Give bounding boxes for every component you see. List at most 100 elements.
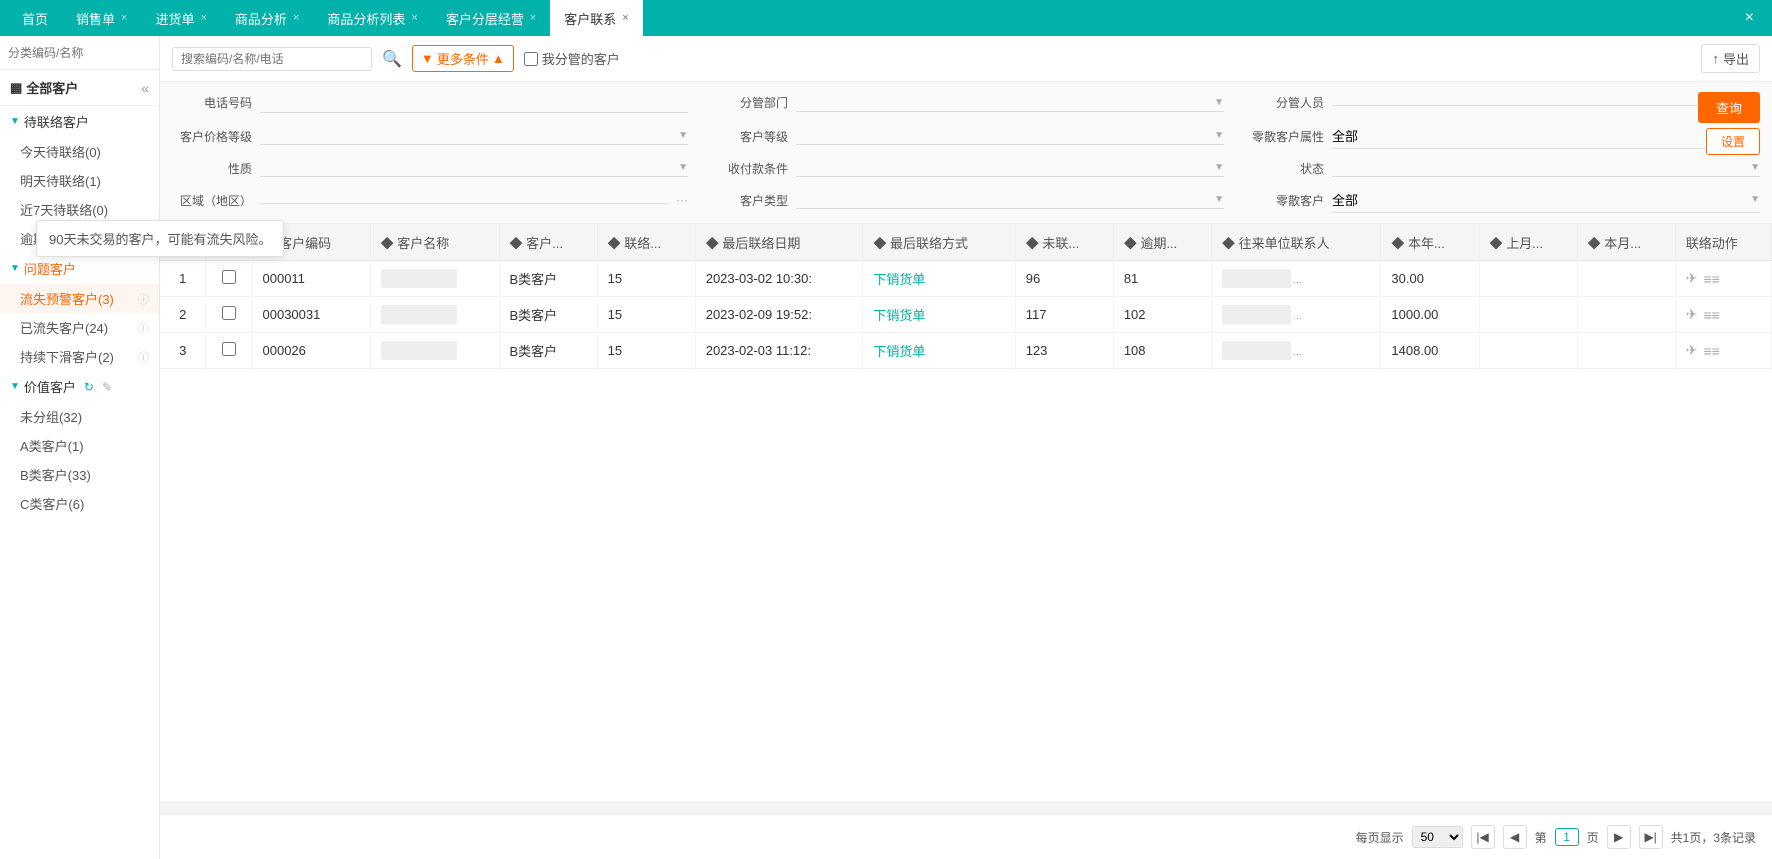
refresh-icon[interactable]: ↻ — [84, 380, 94, 394]
window-close-button[interactable]: × — [1735, 9, 1764, 27]
tab-customer-contact[interactable]: 客户联系 × — [550, 0, 642, 36]
col-overdue-header[interactable]: ◆ 逾期... — [1113, 224, 1211, 261]
sidebar-search-input[interactable] — [8, 46, 160, 60]
page-of-label: 页 — [1587, 829, 1599, 846]
filter-nature: 性质 ▼ — [172, 159, 688, 177]
export-button[interactable]: ↑ 导出 — [1701, 44, 1760, 73]
filter-phone-input[interactable] — [260, 92, 688, 113]
sidebar-item-class-b[interactable]: B类客户(33) — [0, 460, 159, 489]
contact-action-icon[interactable]: ✈ — [1686, 270, 1698, 287]
prev-page-button[interactable]: ◀ — [1503, 825, 1527, 849]
contact-action-icon[interactable]: ✈ — [1686, 342, 1698, 359]
sidebar-item-churned[interactable]: 已流失客户(24) ⓘ — [0, 313, 159, 342]
sidebar-item-tomorrow-contact[interactable]: 明天待联络(1) — [0, 166, 159, 195]
filter-retail-attr: 零散客户属性 全部 ▼ — [1244, 123, 1760, 149]
first-page-button[interactable]: |◀ — [1471, 825, 1495, 849]
filter-icon: ▼ — [421, 51, 434, 66]
filter-region-select[interactable] — [260, 197, 668, 204]
tab-customer-segment[interactable]: 客户分层经营 × — [432, 0, 550, 36]
tab-product-analysis[interactable]: 商品分析 × — [221, 0, 313, 36]
chevron-down-nature: ▼ — [678, 162, 688, 173]
filter-type: 客户类型 ▼ — [708, 187, 1224, 213]
filter-retail-attr-select[interactable]: 全部 ▼ — [1332, 123, 1760, 149]
main-search-input[interactable] — [172, 47, 372, 71]
horizontal-scrollbar[interactable] — [160, 802, 1772, 814]
last-method-link[interactable]: 下销货单 — [873, 344, 925, 359]
col-this-month-header[interactable]: ◆ 本月... — [1577, 224, 1675, 261]
filter-person-select[interactable] — [1332, 99, 1740, 106]
row-checkbox[interactable] — [222, 342, 236, 356]
top-navigation: 首页 销售单 × 进货单 × 商品分析 × 商品分析列表 × 客户分层经营 × … — [0, 0, 1772, 36]
filter-dept-select[interactable]: ▼ — [796, 94, 1224, 112]
tab-close-contact[interactable]: × — [622, 12, 628, 24]
filter-type-select[interactable]: ▼ — [796, 191, 1224, 209]
filter-person-label: 分管人员 — [1244, 94, 1324, 111]
sidebar-item-class-a[interactable]: A类客户(1) — [0, 431, 159, 460]
export-icon: ↑ — [1712, 51, 1719, 66]
more-conditions-button[interactable]: ▼ 更多条件 ▲ — [412, 45, 514, 72]
sidebar-group-value-title[interactable]: ▼ 价值客户 ↻ ✎ — [0, 371, 159, 402]
tab-close-purchase[interactable]: × — [200, 12, 206, 24]
cell-name: ████ — [370, 297, 499, 333]
table-area: ⚙ ◆ 客户编码 ◆ 客户名称 ◆ 客户... — [160, 224, 1772, 802]
filter-price-level: 客户价格等级 ▼ — [172, 123, 688, 149]
cell-name: ████ — [370, 333, 499, 369]
my-customers-filter[interactable]: 我分管的客户 — [524, 49, 620, 68]
tab-sales-order[interactable]: 销售单 × — [62, 0, 141, 36]
contact-action-icon[interactable]: ✈ — [1686, 306, 1698, 323]
col-person-header[interactable]: ◆ 往来单位联系人 — [1211, 224, 1380, 261]
col-last-month-header[interactable]: ◆ 上月... — [1479, 224, 1577, 261]
sidebar-item-class-c[interactable]: C类客户(6) — [0, 489, 159, 518]
filter-price-select[interactable]: ▼ — [260, 127, 688, 145]
filter-payment-select[interactable]: ▼ — [796, 159, 1224, 177]
col-not-contact-header[interactable]: ◆ 未联... — [1015, 224, 1113, 261]
filter-status-select[interactable]: ▼ — [1332, 159, 1760, 177]
tab-close-segment[interactable]: × — [530, 12, 536, 24]
filter-level-label: 客户等级 — [708, 128, 788, 145]
tab-purchase-order[interactable]: 进货单 × — [141, 0, 220, 36]
last-method-link[interactable]: 下销货单 — [873, 272, 925, 287]
settings-button[interactable]: 设置 — [1706, 128, 1760, 155]
sidebar-collapse-button[interactable]: « — [141, 80, 149, 96]
next-page-button[interactable]: ▶ — [1607, 825, 1631, 849]
last-method-link[interactable]: 下销货单 — [873, 308, 925, 323]
filter-level-select[interactable]: ▼ — [796, 127, 1224, 145]
col-this-year-header[interactable]: ◆ 本年... — [1381, 224, 1479, 261]
filter-nature-select[interactable]: ▼ — [260, 159, 688, 177]
query-button[interactable]: 查询 — [1698, 92, 1760, 123]
more-action-icon[interactable]: ≡≡ — [1703, 271, 1719, 287]
col-type-header[interactable]: ◆ 客户... — [499, 224, 597, 261]
more-action-icon[interactable]: ≡≡ — [1703, 343, 1719, 359]
table-row: 2 00030031 ████ B类客户 15 2023-02-09 19:52… — [160, 297, 1772, 333]
tab-close-sales[interactable]: × — [121, 12, 127, 24]
sidebar-item-unclassified[interactable]: 未分组(32) — [0, 402, 159, 431]
col-last-date-header[interactable]: ◆ 最后联络日期 — [695, 224, 863, 261]
sidebar-item-today-contact[interactable]: 今天待联络(0) — [0, 137, 159, 166]
col-name-header[interactable]: ◆ 客户名称 — [370, 224, 499, 261]
sidebar-item-churn-warning[interactable]: 流失预警客户(3) ⓘ — [0, 284, 159, 313]
sidebar-group-problem-title[interactable]: ▼ 问题客户 — [0, 253, 159, 284]
sidebar-group-pending-title[interactable]: ▼ 待联络客户 — [0, 106, 159, 137]
cell-last-date: 2023-02-09 19:52: — [695, 297, 863, 333]
cell-last-date: 2023-03-02 10:30: — [695, 261, 863, 297]
chevron-down-status: ▼ — [1750, 162, 1760, 173]
row-checkbox[interactable] — [222, 270, 236, 284]
sidebar-item-declining[interactable]: 持续下滑客户(2) ⓘ — [0, 342, 159, 371]
col-last-method-header[interactable]: ◆ 最后联络方式 — [863, 224, 1015, 261]
home-tab[interactable]: 首页 — [8, 9, 62, 28]
filter-retail-select[interactable]: 全部 ▼ — [1332, 187, 1760, 213]
my-customers-checkbox[interactable] — [524, 52, 538, 66]
tab-close-product-list[interactable]: × — [411, 12, 417, 24]
main-search-button[interactable]: 🔍 — [382, 49, 402, 69]
last-page-button[interactable]: ▶| — [1639, 825, 1663, 849]
tab-product-analysis-list[interactable]: 商品分析列表 × — [313, 0, 431, 36]
col-contact-header[interactable]: ◆ 联络... — [597, 224, 695, 261]
cell-action: ✈ ≡≡ — [1675, 297, 1771, 333]
tab-close-product[interactable]: × — [293, 12, 299, 24]
filter-region-dots[interactable]: ··· — [676, 193, 688, 207]
page-size-select[interactable]: 50 10 20 100 — [1412, 826, 1463, 848]
edit-icon[interactable]: ✎ — [102, 380, 112, 394]
filter-type-label: 客户类型 — [708, 192, 788, 209]
row-checkbox[interactable] — [222, 306, 236, 320]
more-action-icon[interactable]: ≡≡ — [1703, 307, 1719, 323]
